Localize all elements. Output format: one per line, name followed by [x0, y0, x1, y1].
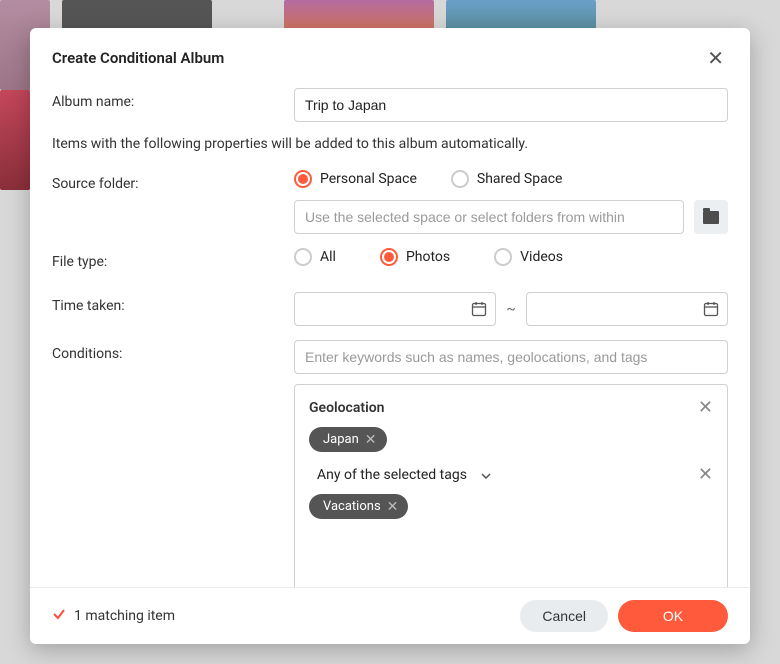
file-type-photos-label: Photos — [406, 249, 450, 265]
dialog-header: Create Conditional Album ✕ — [30, 28, 750, 70]
check-icon — [52, 607, 66, 625]
source-folder-label: Source folder: — [52, 170, 294, 192]
condition-section-geolocation: Geolocation ✕ Japan ✕ — [309, 399, 713, 452]
calendar-icon — [471, 301, 487, 317]
radio-selected-icon — [294, 170, 312, 188]
remove-tag-button[interactable]: ✕ — [387, 500, 399, 514]
shared-space-radio[interactable]: Shared Space — [451, 170, 563, 188]
space-radio-group: Personal Space Shared Space — [294, 170, 728, 188]
album-name-row: Album name: — [52, 88, 728, 122]
time-separator: ~ — [506, 301, 516, 317]
calendar-icon — [703, 301, 719, 317]
conditions-box: Geolocation ✕ Japan ✕ — [294, 384, 728, 587]
info-text: Items with the following properties will… — [52, 136, 728, 152]
conditions-row: Conditions: Geolocation ✕ Japan ✕ — [52, 340, 728, 587]
file-type-videos-label: Videos — [520, 249, 563, 265]
ok-button[interactable]: OK — [618, 600, 728, 632]
album-name-input[interactable] — [294, 88, 728, 122]
browse-folder-button[interactable] — [694, 200, 728, 234]
file-type-videos-radio[interactable]: Videos — [494, 248, 563, 266]
file-type-all-label: All — [320, 249, 336, 265]
condition-section-tags: Any of the selected tags ✕ Vacations ✕ — [309, 466, 713, 519]
condition-title: Geolocation — [309, 400, 384, 416]
remove-tag-button[interactable]: ✕ — [365, 433, 377, 447]
personal-space-radio[interactable]: Personal Space — [294, 170, 417, 188]
time-to-input[interactable] — [526, 292, 728, 326]
time-taken-row: Time taken: ~ — [52, 292, 728, 326]
source-folder-row: Source folder: Personal Space Shared Spa… — [52, 170, 728, 234]
tag-label: Vacations — [323, 499, 381, 514]
radio-unselected-icon — [494, 248, 512, 266]
remove-condition-button[interactable]: ✕ — [698, 466, 713, 484]
dialog-title: Create Conditional Album — [52, 49, 224, 67]
condition-tag: Vacations ✕ — [309, 494, 408, 519]
file-type-all-radio[interactable]: All — [294, 248, 336, 266]
file-type-radio-group: All Photos Videos — [294, 248, 728, 266]
source-folder-input[interactable] — [294, 200, 684, 234]
cancel-button[interactable]: Cancel — [520, 600, 608, 632]
bg-thumb — [0, 90, 30, 190]
shared-space-label: Shared Space — [477, 171, 563, 187]
personal-space-label: Personal Space — [320, 171, 417, 187]
chevron-down-icon — [481, 467, 491, 483]
file-type-photos-radio[interactable]: Photos — [380, 248, 450, 266]
time-taken-label: Time taken: — [52, 292, 294, 314]
time-from-input[interactable] — [294, 292, 496, 326]
create-conditional-album-dialog: Create Conditional Album ✕ Album name: I… — [30, 28, 750, 644]
album-name-label: Album name: — [52, 88, 294, 110]
close-icon[interactable]: ✕ — [703, 46, 728, 70]
dialog-body: Album name: Items with the following pro… — [30, 70, 750, 587]
radio-unselected-icon — [294, 248, 312, 266]
dialog-footer: 1 matching item Cancel OK — [30, 587, 750, 644]
matching-status-text: 1 matching item — [74, 608, 175, 624]
file-type-row: File type: All Photos Videos — [52, 248, 728, 278]
file-type-label: File type: — [52, 248, 294, 270]
folder-icon — [703, 211, 719, 224]
radio-unselected-icon — [451, 170, 469, 188]
matching-status: 1 matching item — [52, 607, 175, 625]
remove-condition-button[interactable]: ✕ — [698, 399, 713, 417]
conditions-label: Conditions: — [52, 340, 294, 362]
tag-match-selector[interactable]: Any of the selected tags — [317, 467, 491, 483]
radio-selected-icon — [380, 248, 398, 266]
tag-match-label: Any of the selected tags — [317, 467, 467, 483]
condition-tag: Japan ✕ — [309, 427, 387, 452]
conditions-input[interactable] — [294, 340, 728, 374]
tag-label: Japan — [323, 432, 359, 447]
